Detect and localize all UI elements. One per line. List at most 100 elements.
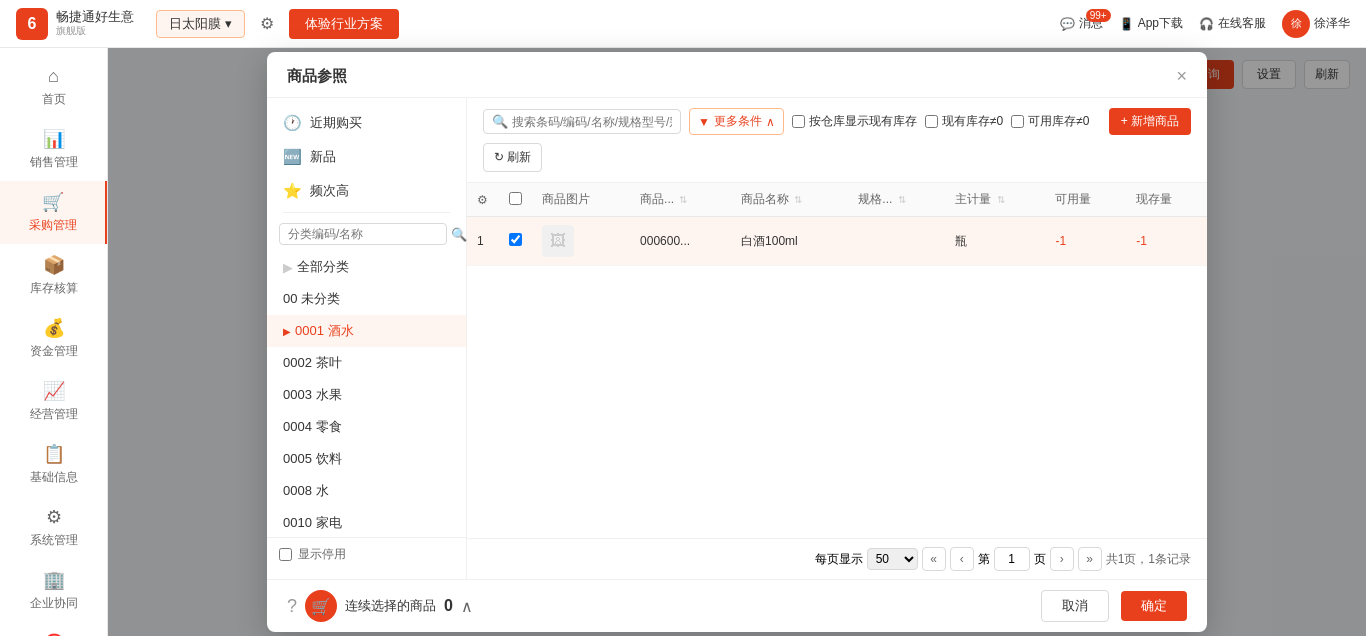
th-stock: 现存量 [1126,183,1207,217]
settings-icon[interactable]: ⚙ [253,10,281,38]
star-icon: ⭐ [283,182,302,200]
dropdown-arrow-icon: ▾ [225,16,232,31]
sidebar-item-enterprise[interactable]: 🏢 企业协同 [0,559,107,622]
page-size-select[interactable]: 20 50 100 [867,548,918,570]
modal-header: 商品参照 × [267,52,1207,98]
tab-new-items[interactable]: 🆕 新品 [267,140,466,174]
message-icon: 💬 [1060,17,1075,31]
sidebar-label-enterprise: 企业协同 [30,595,78,612]
product-table: ⚙ 商品图片 商品... ⇅ 商品名称 [467,183,1207,266]
sidebar-item-purchase[interactable]: 🛒 采购管理 [0,181,107,244]
checkbox-warehouse[interactable]: 按仓库显示现有库存 [792,113,917,130]
category-item-all[interactable]: ▶ 全部分类 [267,251,466,283]
available-label: 现有库存≠0 [942,113,1003,130]
category-item-0002[interactable]: 0002 茶叶 [267,347,466,379]
show-disabled-text: 显示停用 [298,546,346,563]
collapse-icon[interactable]: ∧ [461,597,473,616]
th-code[interactable]: 商品... ⇅ [630,183,731,217]
top-nav: 6 畅捷通好生意 旗舰版 日太阳膜 ▾ ⚙ 体验行业方案 💬 消息 99+ 📱 … [0,0,1366,48]
show-disabled-checkbox[interactable] [279,548,292,561]
category-item-0003[interactable]: 0003 水果 [267,379,466,411]
th-settings[interactable]: ⚙ [467,183,499,217]
checkbox-available[interactable]: 现有库存≠0 [925,113,1003,130]
checkbox-usable[interactable]: 可用库存≠0 [1011,113,1089,130]
page-number-input[interactable] [994,547,1030,571]
modal-close-btn[interactable]: × [1176,66,1187,87]
filter-chevron-icon: ∧ [766,115,775,129]
sidebar-item-finance[interactable]: 💰 资金管理 [0,307,107,370]
warehouse-checkbox[interactable] [792,115,805,128]
category-list: ▶ 全部分类 00 未分类 ▶ 0001 酒水 0002 茶 [267,251,466,537]
mobile-icon: 📱 [1119,17,1134,31]
divider [283,212,450,213]
help-icon[interactable]: ? [287,596,297,617]
sidebar-label-sales: 销售管理 [30,154,78,171]
select-all-checkbox[interactable] [509,192,522,205]
system-icon: ⚙ [46,506,62,528]
sales-icon: 📊 [43,128,65,150]
logo-title: 畅捷通好生意 [56,9,134,25]
cell-no: 1 [467,217,499,266]
search-bar-icon: 🔍 [492,114,508,129]
th-unit[interactable]: 主计量 ⇅ [945,183,1045,217]
clock-icon: 🕐 [283,114,302,132]
sort-unit-icon: ⇅ [997,194,1005,205]
category-label-0010: 0010 家电 [283,514,342,532]
prev-page-btn[interactable]: ‹ [950,547,974,571]
sidebar-item-inventory[interactable]: 📦 库存核算 [0,244,107,307]
show-disabled-label[interactable]: 显示停用 [279,546,454,563]
category-item-0010[interactable]: 0010 家电 [267,507,466,537]
table-row[interactable]: 1 🖼 000600... 白酒100ml [467,217,1207,266]
first-page-btn[interactable]: « [922,547,946,571]
category-item-0008[interactable]: 0008 水 [267,475,466,507]
category-search-input[interactable] [279,223,447,245]
category-item-0005[interactable]: 0005 饮料 [267,443,466,475]
cell-checkbox[interactable] [499,217,532,266]
inventory-icon: 📦 [43,254,65,276]
main-layout: ⌂ 首页 📊 销售管理 🛒 采购管理 📦 库存核算 💰 资金管理 📈 经营管理 … [0,48,1366,636]
sidebar-item-guide[interactable]: 🎯 新手引导 [0,622,107,636]
tab-frequent[interactable]: ⭐ 频次高 [267,174,466,208]
add-product-btn[interactable]: + 新增商品 [1109,108,1191,135]
sidebar-label-basic: 基础信息 [30,469,78,486]
cart-icon-btn[interactable]: 🛒 [305,590,337,622]
finance-icon: 💰 [43,317,65,339]
cancel-btn[interactable]: 取消 [1041,590,1109,622]
product-search-input[interactable] [512,115,672,129]
th-spec[interactable]: 规格... ⇅ [848,183,945,217]
tab-recent-buy[interactable]: 🕐 近期购买 [267,106,466,140]
online-service-btn[interactable]: 🎧 在线客服 [1199,15,1266,32]
user-name: 徐泽华 [1314,15,1350,32]
app-download-btn[interactable]: 📱 App下载 [1119,15,1183,32]
sidebar-item-sales[interactable]: 📊 销售管理 [0,118,107,181]
experience-btn[interactable]: 体验行业方案 [289,9,399,39]
category-item-0001[interactable]: ▶ 0001 酒水 [267,315,466,347]
last-page-btn[interactable]: » [1078,547,1102,571]
nav-dropdown[interactable]: 日太阳膜 ▾ [156,10,245,38]
available-checkbox[interactable] [925,115,938,128]
sidebar-item-home[interactable]: ⌂ 首页 [0,56,107,118]
left-tabs: 🕐 近期购买 🆕 新品 ⭐ 频次高 [267,106,466,208]
user-area[interactable]: 徐 徐泽华 [1282,10,1350,38]
cart-icon: 🛒 [311,597,331,616]
sidebar-item-system[interactable]: ⚙ 系统管理 [0,496,107,559]
th-checkbox[interactable] [499,183,532,217]
usable-checkbox[interactable] [1011,115,1024,128]
messages-btn[interactable]: 💬 消息 99+ [1060,15,1103,32]
row-checkbox[interactable] [509,233,522,246]
usable-label: 可用库存≠0 [1028,113,1089,130]
sidebar-item-basic[interactable]: 📋 基础信息 [0,433,107,496]
next-page-btn[interactable]: › [1050,547,1074,571]
filter-btn[interactable]: ▼ 更多条件 ∧ [689,108,784,135]
category-label-0005: 0005 饮料 [283,450,342,468]
th-name[interactable]: 商品名称 ⇅ [731,183,848,217]
cell-available: -1 [1045,217,1126,266]
sidebar-label-purchase: 采购管理 [29,217,77,234]
sidebar-item-operations[interactable]: 📈 经营管理 [0,370,107,433]
search-icon[interactable]: 🔍 [451,227,467,242]
confirm-btn[interactable]: 确定 [1121,591,1187,621]
refresh-table-btn[interactable]: ↻ 刷新 [483,143,542,172]
new-icon: 🆕 [283,148,302,166]
category-item-0004[interactable]: 0004 零食 [267,411,466,443]
category-item-00[interactable]: 00 未分类 [267,283,466,315]
